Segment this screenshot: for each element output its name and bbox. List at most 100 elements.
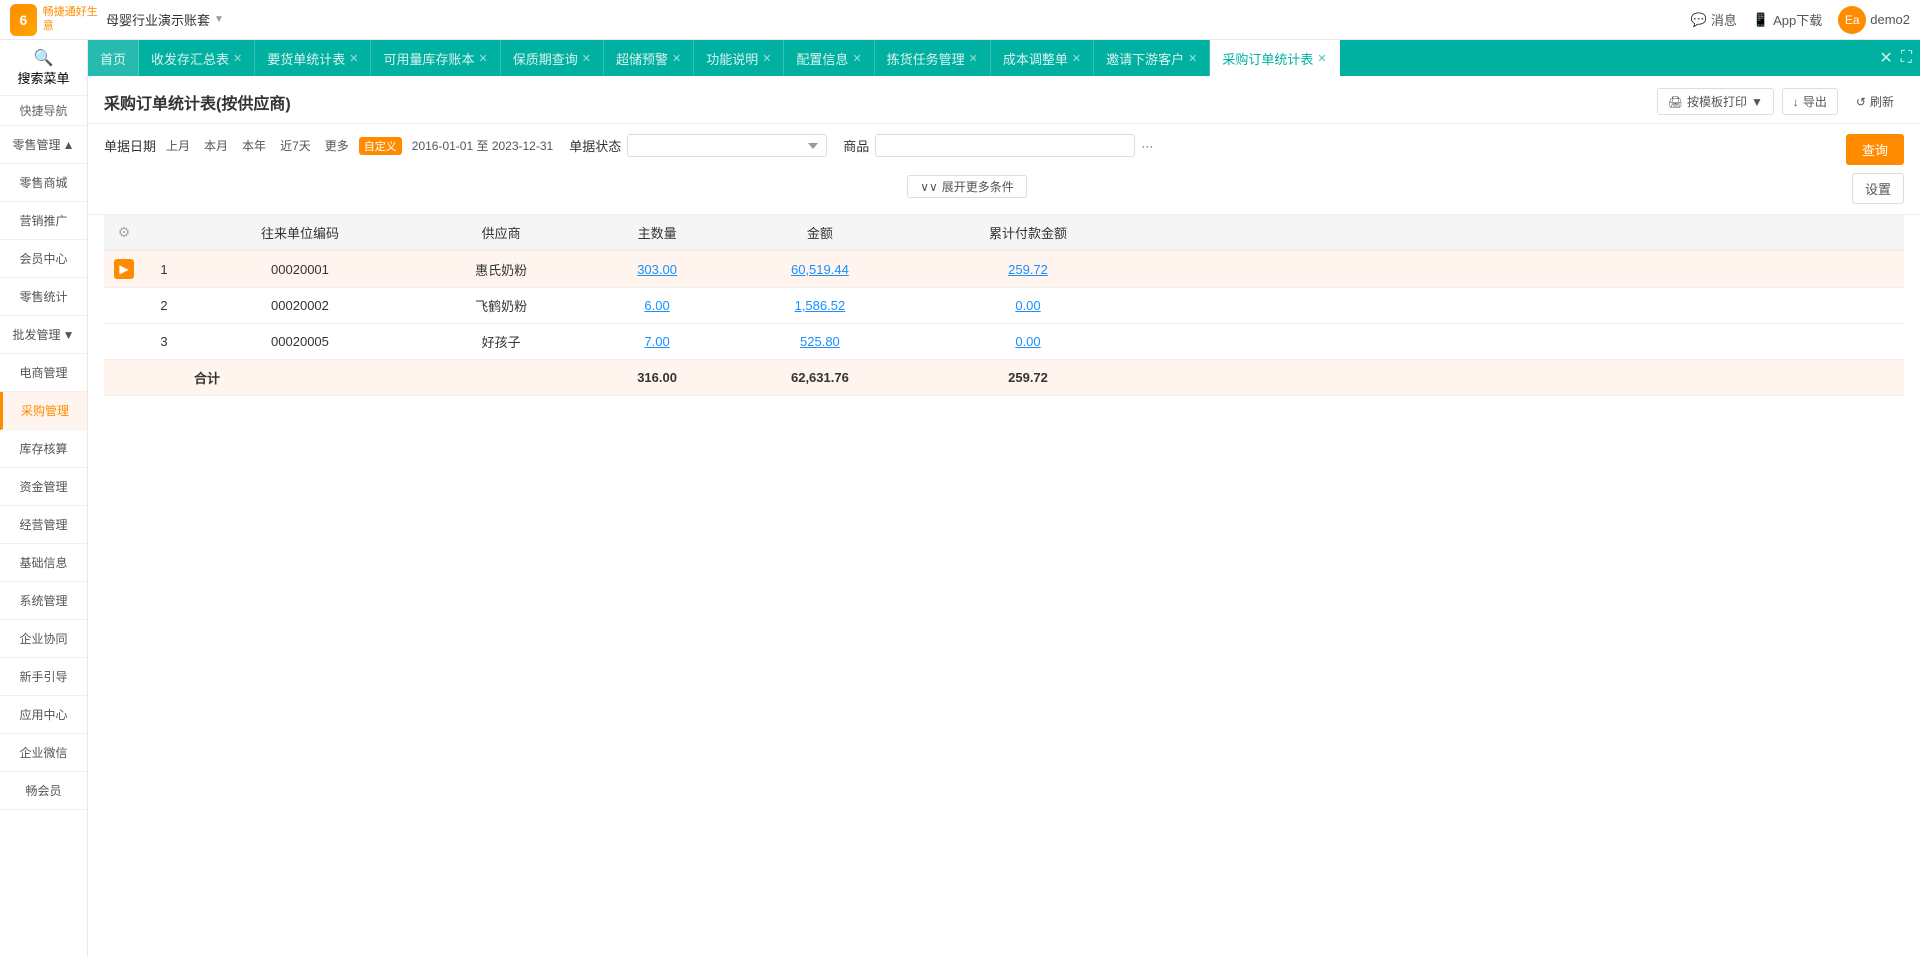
sidebar-search-btn[interactable]: 🔍 搜索菜单: [0, 40, 87, 96]
tab-pick-task[interactable]: 拣货任务管理 ✕: [875, 40, 991, 76]
table-wrapper: ⚙ 往来单位编码 供应商 主数量 金额 累计付款金额: [88, 215, 1920, 412]
sidebar-item-member-center[interactable]: 会员中心: [0, 240, 87, 278]
row-expand-button[interactable]: ▶: [114, 259, 134, 279]
expand-tabs-icon[interactable]: ⛶: [1901, 49, 1912, 67]
tab-config-info-close-icon[interactable]: ✕: [852, 52, 861, 65]
date-btn-this-year[interactable]: 本年: [238, 136, 270, 155]
tab-home[interactable]: 首页: [88, 40, 139, 76]
query-button[interactable]: 查询: [1846, 134, 1904, 165]
workspace-selector[interactable]: 母婴行业演示账套 ▼: [106, 10, 224, 29]
tab-shelf-life[interactable]: 保质期查询 ✕: [501, 40, 604, 76]
date-btn-more[interactable]: 更多: [321, 136, 353, 155]
ecommerce-label: 电商管理: [19, 366, 67, 380]
sidebar-quick-nav[interactable]: 快捷导航: [0, 96, 87, 126]
tab-purchase-order-stats[interactable]: 采购订单统计表 ✕: [1210, 40, 1339, 76]
sidebar-item-marketing[interactable]: 营销推广: [0, 202, 87, 240]
sidebar-item-retail-management[interactable]: 零售管理 ▲: [0, 126, 87, 164]
expand-button[interactable]: ∨∨ 展开更多条件: [907, 175, 1027, 198]
sidebar-item-enterprise-wechat[interactable]: 企业微信: [0, 734, 87, 772]
logo-text: 畅捷通好生意: [43, 6, 98, 32]
top-bar-left: 6 畅捷通好生意 母婴行业演示账套 ▼: [10, 4, 224, 36]
goods-input[interactable]: [875, 134, 1135, 157]
status-select[interactable]: [627, 134, 827, 157]
table-row: 3 00020005 好孩子 7.00 525.80 0.00: [104, 324, 1904, 360]
tab-pick-task-close-icon[interactable]: ✕: [969, 52, 978, 65]
th-supplier-name: 供应商: [416, 215, 586, 251]
tab-home-label: 首页: [100, 49, 126, 68]
goods-more-icon[interactable]: ···: [1141, 139, 1153, 153]
settings-button[interactable]: 设置: [1852, 173, 1904, 204]
sidebar-item-purchase-management[interactable]: 采购管理: [0, 392, 87, 430]
sidebar-item-enterprise[interactable]: 企业协同: [0, 620, 87, 658]
row-supplier-name: 惠氏奶粉: [416, 251, 586, 288]
row-amount-link[interactable]: 525.80: [800, 334, 840, 349]
date-shortcuts: 上月 本月 本年 近7天 更多 自定义: [162, 136, 402, 155]
tab-overstock-close-icon[interactable]: ✕: [672, 52, 681, 65]
row-paid-amount-link[interactable]: 0.00: [1015, 298, 1040, 313]
status-filter-label: 单据状态: [569, 136, 621, 155]
row-index: 1: [144, 251, 184, 288]
tab-function-desc[interactable]: 功能说明 ✕: [694, 40, 784, 76]
sidebar-item-operations[interactable]: 经营管理: [0, 506, 87, 544]
sidebar-item-finance[interactable]: 资金管理: [0, 468, 87, 506]
sidebar-item-system[interactable]: 系统管理: [0, 582, 87, 620]
inventory-label: 库存核算: [19, 442, 67, 456]
sidebar-item-wholesale-management[interactable]: 批发管理 ▼: [0, 316, 87, 354]
tab-overstock[interactable]: 超储预警 ✕: [604, 40, 694, 76]
row-supplier-name: 飞鹤奶粉: [416, 288, 586, 324]
row-quantity-link[interactable]: 6.00: [644, 298, 669, 313]
app-download-button[interactable]: 📱 App下载: [1753, 10, 1822, 29]
tab-purchase-order-stats-close-icon[interactable]: ✕: [1317, 52, 1326, 65]
sidebar-item-retail-store[interactable]: 零售商城: [0, 164, 87, 202]
refresh-icon: ↺: [1856, 95, 1866, 109]
tab-available-inventory-close-icon[interactable]: ✕: [479, 52, 488, 65]
date-btn-last-month[interactable]: 上月: [162, 136, 194, 155]
tab-shelf-life-close-icon[interactable]: ✕: [582, 52, 591, 65]
print-button[interactable]: 🖨 按模板打印 ▼: [1657, 88, 1774, 115]
goods-filter: 商品 ···: [843, 134, 1153, 157]
export-button[interactable]: ↓ 导出: [1782, 88, 1838, 115]
sidebar-item-app-center[interactable]: 应用中心: [0, 696, 87, 734]
table-settings-icon[interactable]: ⚙: [118, 224, 131, 240]
user-profile[interactable]: Ea demo2: [1838, 6, 1910, 34]
tab-config-info[interactable]: 配置信息 ✕: [784, 40, 874, 76]
row-quantity-link[interactable]: 303.00: [637, 262, 677, 277]
page-header: 采购订单统计表(按供应商) 🖨 按模板打印 ▼ ↓ 导出 ↺: [88, 76, 1920, 124]
row-spacer: [1144, 251, 1904, 288]
date-btn-7days[interactable]: 近7天: [276, 136, 315, 155]
row-quantity-link[interactable]: 7.00: [644, 334, 669, 349]
row-paid-amount-link[interactable]: 259.72: [1008, 262, 1048, 277]
row-index: 3: [144, 324, 184, 360]
tab-order-stats[interactable]: 要货单统计表 ✕: [255, 40, 371, 76]
tab-function-desc-label: 功能说明: [706, 49, 758, 68]
tab-function-desc-close-icon[interactable]: ✕: [762, 52, 771, 65]
footer-supplier-cell: [416, 360, 586, 396]
tab-invite-downstream[interactable]: 邀请下游客户 ✕: [1094, 40, 1210, 76]
date-btn-this-month[interactable]: 本月: [200, 136, 232, 155]
tab-order-stats-close-icon[interactable]: ✕: [349, 52, 358, 65]
row-amount-link[interactable]: 1,586.52: [795, 298, 846, 313]
sidebar-item-inventory[interactable]: 库存核算: [0, 430, 87, 468]
tab-cost-adjust[interactable]: 成本调整单 ✕: [991, 40, 1094, 76]
sidebar-item-basics[interactable]: 基础信息: [0, 544, 87, 582]
main-layout: 🔍 搜索菜单 快捷导航 零售管理 ▲ 零售商城 营销推广 会员中心 零售统计: [0, 40, 1920, 957]
row-paid-amount: 0.00: [912, 324, 1144, 360]
message-button[interactable]: 💬 消息: [1691, 10, 1737, 29]
row-paid-amount-link[interactable]: 0.00: [1015, 334, 1040, 349]
row-amount-link[interactable]: 60,519.44: [791, 262, 849, 277]
tab-invite-downstream-close-icon[interactable]: ✕: [1188, 52, 1197, 65]
page-title: 采购订单统计表(按供应商): [104, 90, 291, 114]
tab-receive-summary-close-icon[interactable]: ✕: [233, 52, 242, 65]
tab-receive-summary[interactable]: 收发存汇总表 ✕: [139, 40, 255, 76]
row-paid-amount: 259.72: [912, 251, 1144, 288]
row-supplier-code: 00020001: [184, 251, 416, 288]
close-all-tabs-icon[interactable]: ✕: [1879, 48, 1892, 68]
row-amount: 525.80: [728, 324, 912, 360]
sidebar-item-membership[interactable]: 畅会员: [0, 772, 87, 810]
refresh-button[interactable]: ↺ 刷新: [1846, 89, 1904, 114]
tab-cost-adjust-close-icon[interactable]: ✕: [1072, 52, 1081, 65]
sidebar-item-ecommerce[interactable]: 电商管理: [0, 354, 87, 392]
sidebar-item-retail-stats[interactable]: 零售统计: [0, 278, 87, 316]
sidebar-item-new-guide[interactable]: 新手引导: [0, 658, 87, 696]
tab-available-inventory[interactable]: 可用量库存账本 ✕: [371, 40, 500, 76]
